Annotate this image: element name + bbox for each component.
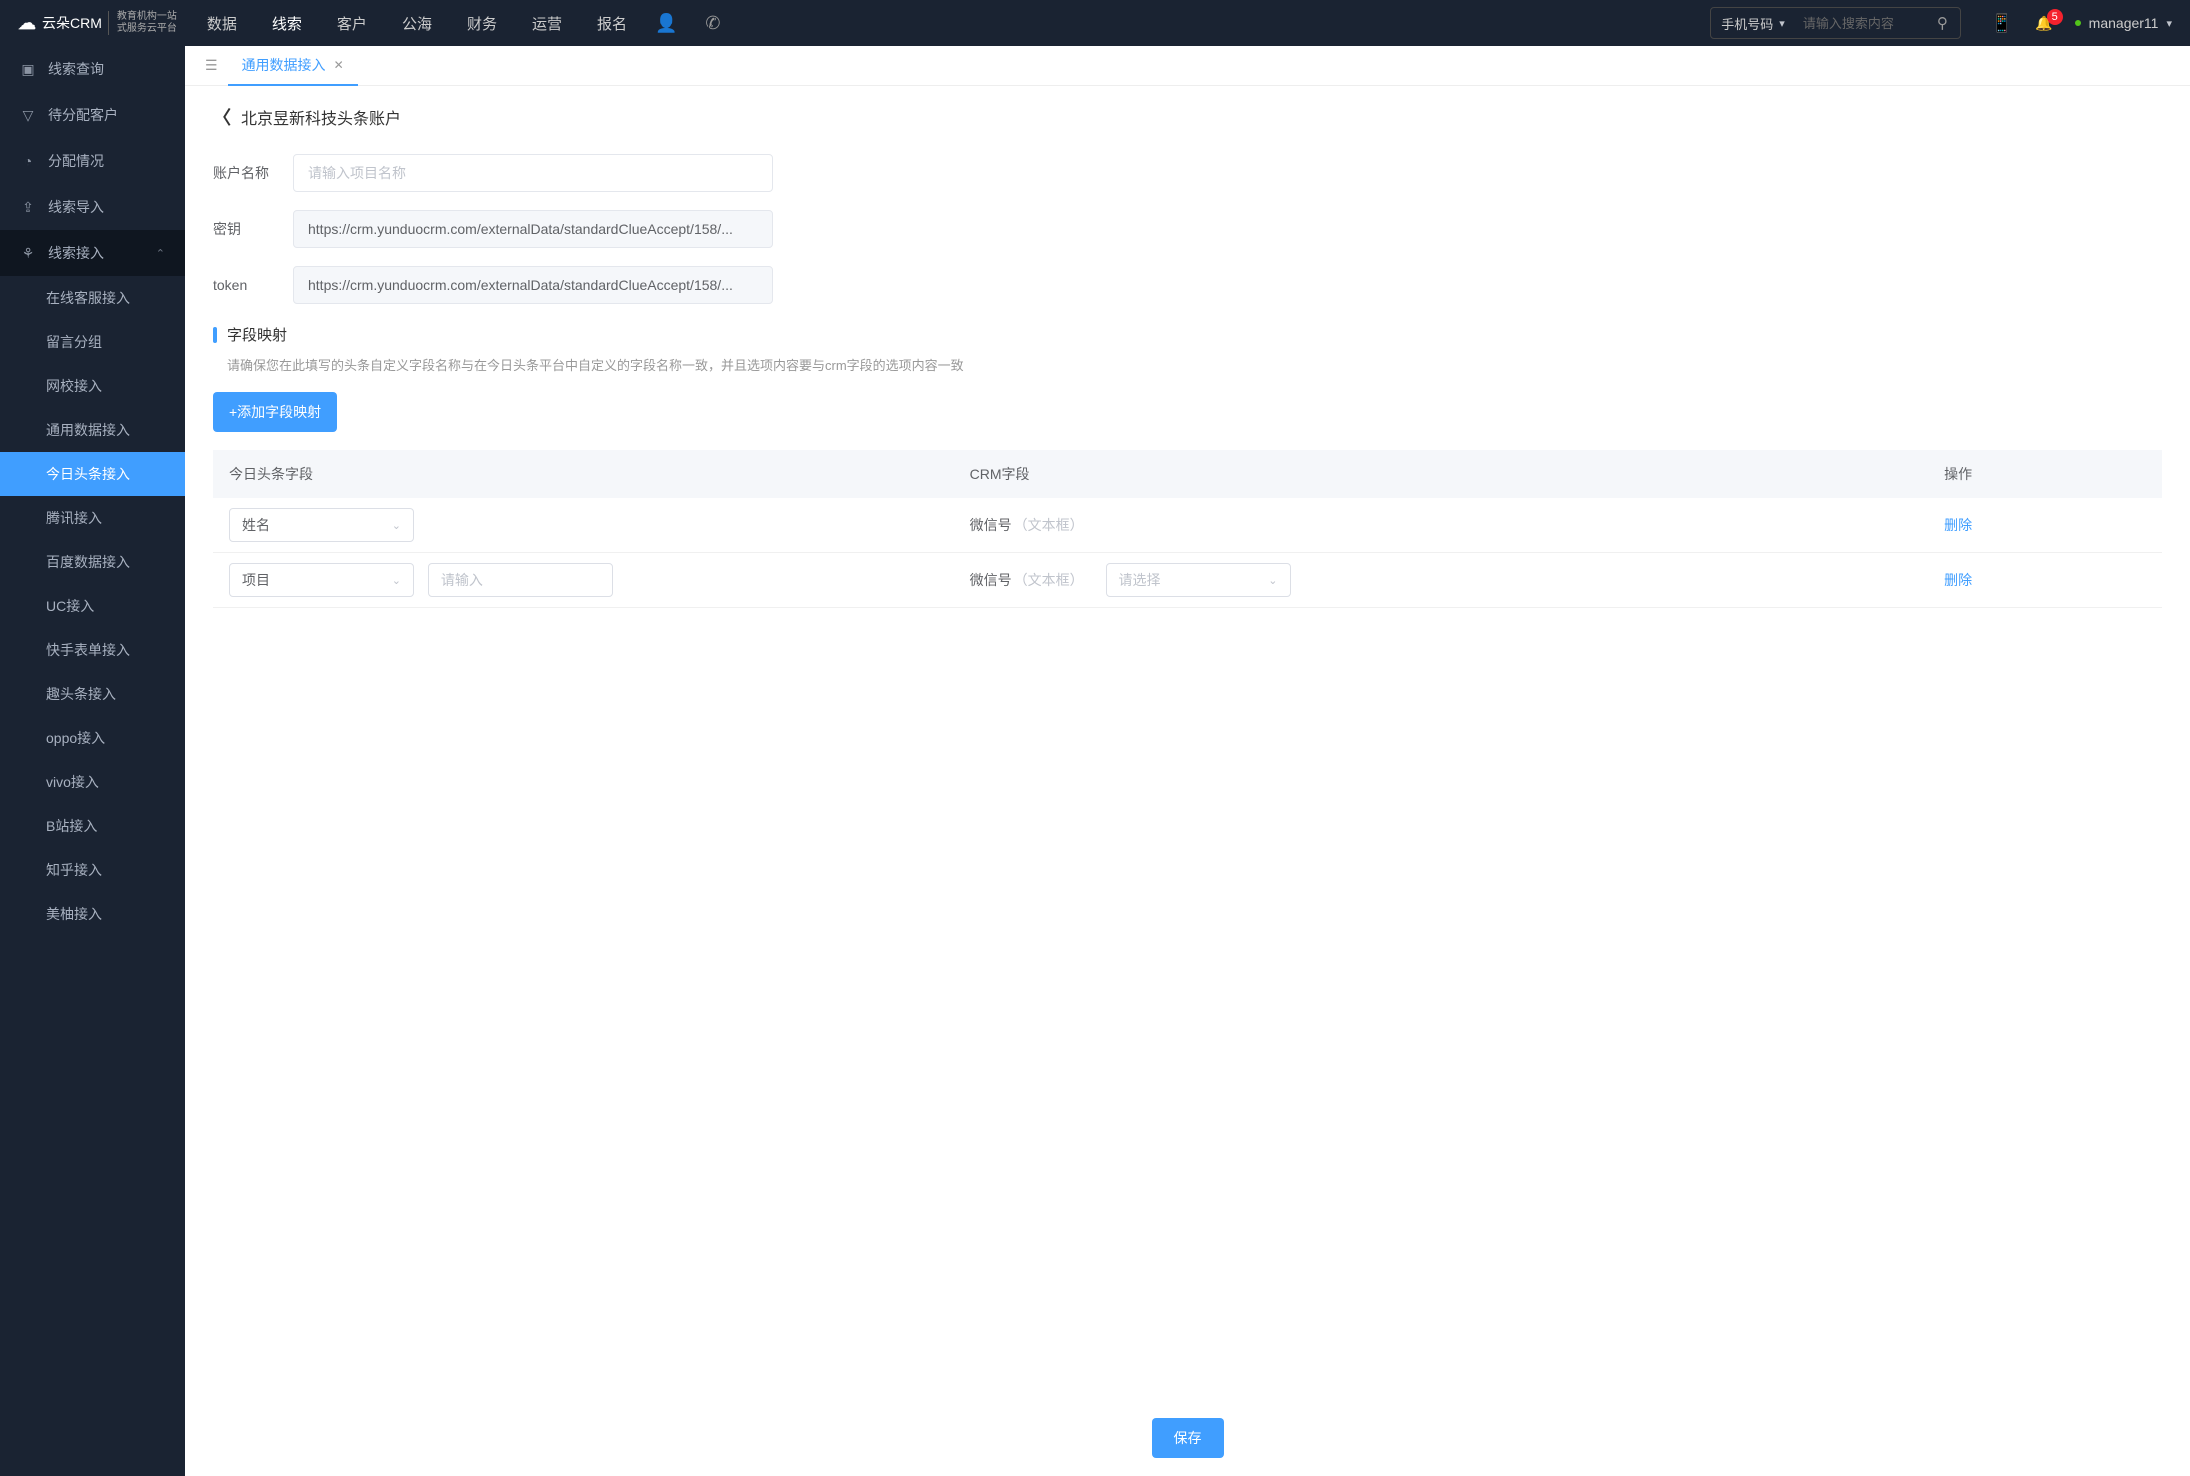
search-type-select[interactable]: 手机号码▾ bbox=[1711, 8, 1795, 38]
sidebar-label: 分配情况 bbox=[48, 151, 104, 171]
add-mapping-button[interactable]: +添加字段映射 bbox=[213, 392, 337, 432]
logo-subtitle: 教育机构一站 式服务云平台 bbox=[108, 11, 177, 35]
sidebar-subitem[interactable]: 通用数据接入 bbox=[0, 408, 185, 452]
logo-icon: ☁ bbox=[18, 13, 36, 34]
user-menu[interactable]: manager11 ▾ bbox=[2075, 15, 2172, 31]
key-input[interactable] bbox=[293, 210, 773, 248]
nav-item[interactable]: 数据 bbox=[207, 13, 237, 34]
sidebar-subitem[interactable]: 知乎接入 bbox=[0, 848, 185, 892]
phone-icon[interactable]: ✆ bbox=[705, 13, 720, 34]
sidebar-subitem[interactable]: 美柚接入 bbox=[0, 892, 185, 936]
sidebar-icon: ▣ bbox=[20, 61, 36, 78]
crm-field-label: 微信号 bbox=[970, 572, 1012, 588]
field-select[interactable]: 项目⌄ bbox=[229, 563, 414, 597]
sidebar-icon: ⚘ bbox=[20, 245, 36, 262]
tabs-collapse-icon[interactable]: ☰ bbox=[195, 57, 228, 74]
account-name-input[interactable] bbox=[293, 154, 773, 192]
mobile-icon[interactable]: 📱 bbox=[1991, 13, 2013, 34]
section-hint: 请确保您在此填写的头条自定义字段名称与在今日头条平台中自定义的字段名称一致，并且… bbox=[227, 355, 2162, 374]
col-action: 操作 bbox=[1928, 450, 2162, 498]
sidebar-label: 线索接入 bbox=[48, 243, 104, 263]
user-name: manager11 bbox=[2089, 15, 2159, 31]
sidebar-subitem[interactable]: 网校接入 bbox=[0, 364, 185, 408]
search-group: 手机号码▾ ⚲ bbox=[1710, 7, 1961, 39]
crm-field-label: 微信号 bbox=[970, 517, 1012, 533]
chevron-icon: ⌃ bbox=[156, 247, 165, 260]
status-dot bbox=[2075, 20, 2081, 26]
sidebar-icon: ▽ bbox=[20, 107, 36, 124]
sidebar-item[interactable]: ◔ 分配情况 bbox=[0, 138, 185, 184]
nav-item[interactable]: 财务 bbox=[467, 13, 497, 34]
tabs-bar: ☰ 通用数据接入 ✕ bbox=[185, 46, 2190, 86]
tab-general-data[interactable]: 通用数据接入 ✕ bbox=[228, 46, 358, 86]
save-button[interactable]: 保存 bbox=[1152, 1418, 1224, 1458]
sidebar-subitem[interactable]: UC接入 bbox=[0, 584, 185, 628]
nav-item[interactable]: 报名 bbox=[597, 13, 627, 34]
mapping-table: 今日头条字段 CRM字段 操作 姓名⌄ 微信号（文本框） bbox=[213, 450, 2162, 608]
search-input[interactable] bbox=[1795, 16, 1925, 31]
sidebar-label: 线索查询 bbox=[48, 59, 104, 79]
col-toutiao-field: 今日头条字段 bbox=[213, 450, 954, 498]
sidebar-subitem[interactable]: 今日头条接入 bbox=[0, 452, 185, 496]
col-crm-field: CRM字段 bbox=[954, 450, 1929, 498]
nav-item[interactable]: 运营 bbox=[532, 13, 562, 34]
sidebar-label: 线索导入 bbox=[48, 197, 104, 217]
sidebar-subitem[interactable]: vivo接入 bbox=[0, 760, 185, 804]
nav-item[interactable]: 客户 bbox=[337, 13, 367, 34]
crm-field-type: （文本框） bbox=[1014, 517, 1084, 533]
notification-bell[interactable]: 🔔5 bbox=[2035, 15, 2052, 32]
sidebar-item[interactable]: ⇪ 线索导入 bbox=[0, 184, 185, 230]
crm-field-type: （文本框） bbox=[1014, 572, 1084, 588]
delete-link[interactable]: 删除 bbox=[1944, 517, 1972, 533]
section-bar bbox=[213, 327, 217, 343]
sidebar-item[interactable]: ⚘ 线索接入 ⌃ bbox=[0, 230, 185, 276]
table-row: 姓名⌄ 微信号（文本框） 删除 bbox=[213, 498, 2162, 553]
section-title: 字段映射 bbox=[227, 324, 287, 345]
app-logo: ☁ 云朵CRM 教育机构一站 式服务云平台 bbox=[18, 11, 177, 35]
tab-label: 通用数据接入 bbox=[242, 55, 326, 75]
back-arrow-icon[interactable]: 〈 bbox=[213, 104, 231, 130]
sidebar-subitem[interactable]: 腾讯接入 bbox=[0, 496, 185, 540]
field-select[interactable]: 姓名⌄ bbox=[229, 508, 414, 542]
top-nav: 数据 线索 客户 公海 财务 运营 报名 bbox=[207, 13, 627, 34]
chevron-down-icon: ▾ bbox=[2166, 17, 2172, 30]
sidebar-subitem[interactable]: 在线客服接入 bbox=[0, 276, 185, 320]
close-icon[interactable]: ✕ bbox=[334, 58, 344, 72]
logo-text: 云朵CRM bbox=[42, 13, 102, 33]
sidebar-subitem[interactable]: 快手表单接入 bbox=[0, 628, 185, 672]
account-name-label: 账户名称 bbox=[213, 163, 273, 183]
delete-link[interactable]: 删除 bbox=[1944, 572, 1972, 588]
field-input[interactable] bbox=[428, 563, 613, 597]
sidebar-item[interactable]: ▣ 线索查询 bbox=[0, 46, 185, 92]
sidebar-label: 待分配客户 bbox=[48, 105, 118, 125]
search-button[interactable]: ⚲ bbox=[1925, 14, 1960, 32]
sidebar: ▣ 线索查询 ▽ 待分配客户 ◔ 分配情况 ⇪ 线索导入 ⚘ 线索接入 ⌃ 在线客服接入留言分组网校接… bbox=[0, 46, 185, 1476]
sidebar-subitem[interactable]: 趣头条接入 bbox=[0, 672, 185, 716]
nav-item[interactable]: 线索 bbox=[272, 13, 302, 34]
nav-item[interactable]: 公海 bbox=[402, 13, 432, 34]
sidebar-icon: ⇪ bbox=[20, 199, 36, 216]
table-row: 项目⌄ 微信号（文本框） 请选择⌄ 删除 bbox=[213, 553, 2162, 608]
sidebar-item[interactable]: ▽ 待分配客户 bbox=[0, 92, 185, 138]
sidebar-icon: ◔ bbox=[20, 153, 36, 169]
token-input[interactable] bbox=[293, 266, 773, 304]
crm-select[interactable]: 请选择⌄ bbox=[1106, 563, 1291, 597]
user-add-icon[interactable]: 👤 bbox=[655, 13, 677, 34]
sidebar-subitem[interactable]: oppo接入 bbox=[0, 716, 185, 760]
sidebar-subitem[interactable]: 留言分组 bbox=[0, 320, 185, 364]
key-label: 密钥 bbox=[213, 219, 273, 239]
notification-badge: 5 bbox=[2047, 9, 2063, 25]
page-title: 北京昱新科技头条账户 bbox=[241, 105, 401, 129]
sidebar-subitem[interactable]: B站接入 bbox=[0, 804, 185, 848]
sidebar-subitem[interactable]: 百度数据接入 bbox=[0, 540, 185, 584]
token-label: token bbox=[213, 277, 273, 293]
